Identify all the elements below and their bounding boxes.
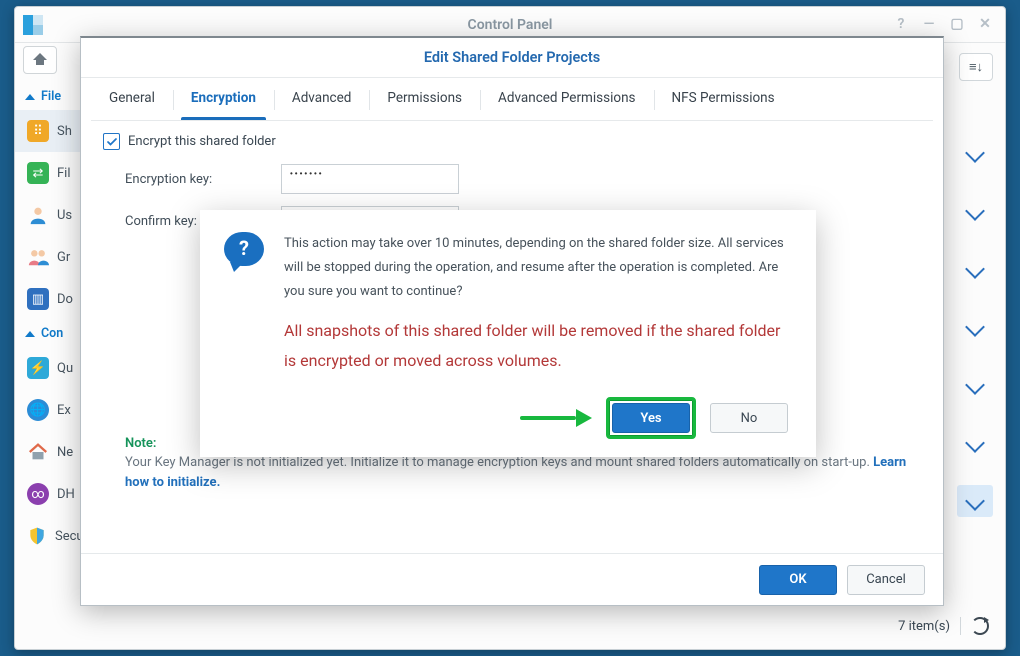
confirm-warning: All snapshots of this shared folder will… bbox=[284, 316, 788, 375]
window-controls: ? — ▢ ✕ bbox=[887, 11, 999, 37]
window-title: Control Panel bbox=[468, 17, 553, 33]
encryption-key-input[interactable]: ••••••• bbox=[281, 164, 459, 194]
dhcp-icon: ∞ bbox=[27, 483, 49, 505]
encrypt-checkbox[interactable] bbox=[103, 133, 120, 150]
confirm-dialog: ? This action may take over 10 minutes, … bbox=[200, 210, 816, 457]
chevron-down-icon[interactable] bbox=[965, 433, 985, 453]
tab-nfs-permissions[interactable]: NFS Permissions bbox=[654, 78, 793, 120]
status-footer: 7 item(s) bbox=[295, 613, 989, 639]
caret-up-icon bbox=[25, 94, 35, 100]
refresh-button[interactable] bbox=[971, 617, 989, 635]
group-icon bbox=[27, 246, 49, 268]
home-button[interactable] bbox=[23, 46, 57, 74]
yes-highlight: Yes bbox=[606, 397, 696, 439]
shield-icon bbox=[27, 525, 47, 547]
item-count: 7 item(s) bbox=[898, 619, 950, 634]
minimize-button[interactable]: — bbox=[915, 11, 943, 37]
folder-share-icon: ⠿ bbox=[27, 120, 49, 142]
home-network-icon bbox=[27, 441, 49, 463]
dialog-title: Edit Shared Folder Projects bbox=[81, 38, 943, 78]
no-button[interactable]: No bbox=[710, 403, 788, 433]
user-icon bbox=[27, 204, 49, 226]
arrow-annotation bbox=[520, 409, 592, 427]
globe-icon: 🌐 bbox=[27, 399, 49, 421]
tab-encryption[interactable]: Encryption bbox=[173, 78, 274, 120]
maximize-button[interactable]: ▢ bbox=[943, 11, 971, 37]
expand-column bbox=[957, 137, 993, 605]
note-text: Your Key Manager is not initialized yet.… bbox=[125, 453, 921, 493]
tab-permissions[interactable]: Permissions bbox=[369, 78, 480, 120]
tab-strip: General Encryption Advanced Permissions … bbox=[81, 78, 943, 120]
cloud-bolt-icon: ⚡ bbox=[27, 357, 49, 379]
ok-button[interactable]: OK bbox=[759, 565, 837, 595]
chevron-down-icon[interactable] bbox=[965, 143, 985, 163]
confirm-message: This action may take over 10 minutes, de… bbox=[284, 232, 788, 304]
chevron-down-icon[interactable] bbox=[965, 317, 985, 337]
chevron-down-icon[interactable] bbox=[965, 201, 985, 221]
encryption-key-label: Encryption key: bbox=[125, 172, 281, 187]
dialog-footer: OK Cancel bbox=[81, 553, 943, 605]
cancel-button[interactable]: Cancel bbox=[847, 565, 925, 595]
file-services-icon: ⇄ bbox=[27, 162, 49, 184]
chevron-down-icon[interactable] bbox=[965, 375, 985, 395]
yes-button[interactable]: Yes bbox=[612, 403, 690, 433]
caret-up-icon bbox=[25, 331, 35, 337]
address-book-icon: ▥ bbox=[27, 288, 49, 310]
question-icon: ? bbox=[224, 232, 266, 274]
tab-advanced-permissions[interactable]: Advanced Permissions bbox=[480, 78, 653, 120]
close-button[interactable]: ✕ bbox=[971, 11, 999, 37]
chevron-down-icon[interactable] bbox=[965, 491, 985, 511]
help-button[interactable]: ? bbox=[887, 11, 915, 37]
app-icon bbox=[23, 15, 43, 35]
tab-advanced[interactable]: Advanced bbox=[274, 78, 370, 120]
tab-general[interactable]: General bbox=[91, 78, 173, 120]
chevron-down-icon[interactable] bbox=[965, 259, 985, 279]
encrypt-checkbox-label: Encrypt this shared folder bbox=[128, 134, 276, 149]
